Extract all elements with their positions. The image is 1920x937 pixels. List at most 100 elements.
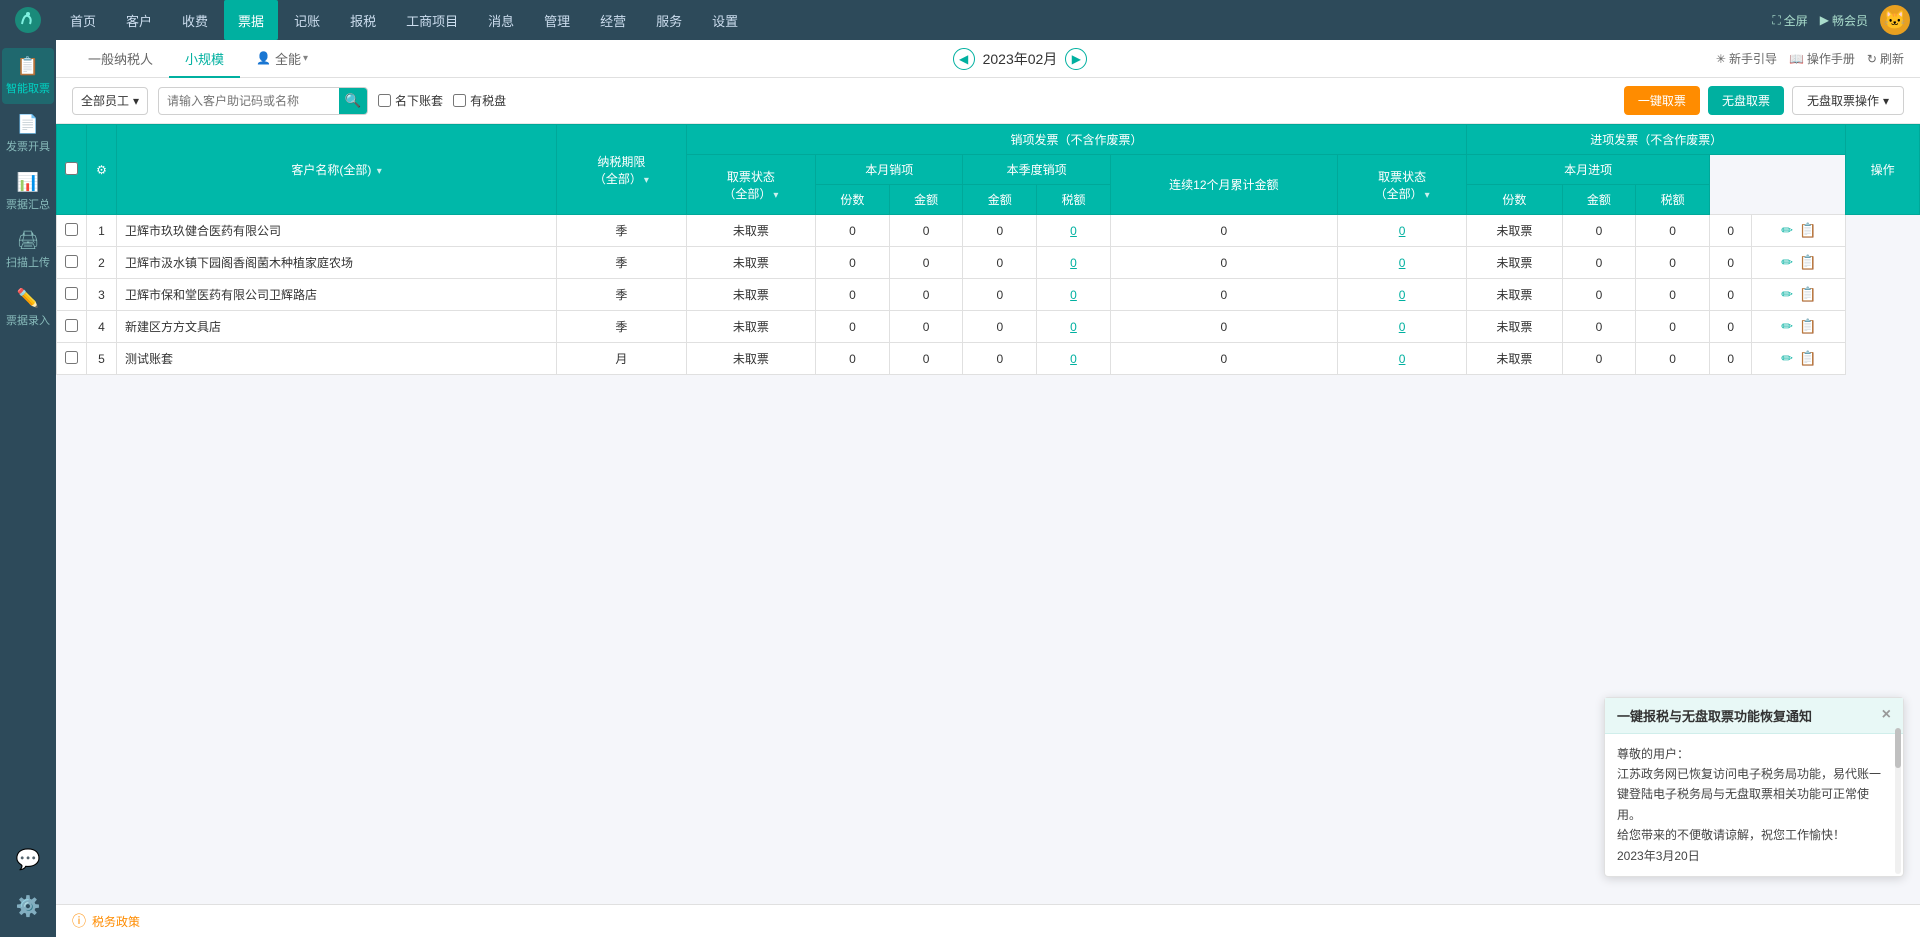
row-sale-month-amount-0: 0 — [889, 215, 963, 247]
refresh-link[interactable]: ↻ 刷新 — [1867, 50, 1904, 67]
own-account-checkbox[interactable] — [378, 94, 391, 107]
row-actions-4: ✏ 📋 — [1752, 343, 1846, 375]
row-checkbox-2[interactable] — [65, 287, 78, 300]
row-checkbox-1[interactable] — [65, 255, 78, 268]
tax-disk-filter[interactable]: 有税盘 — [453, 92, 506, 109]
view-icon-2[interactable]: 📋 — [1799, 286, 1816, 303]
enter-icon: ✏️ — [17, 288, 39, 309]
next-month-btn[interactable]: ▶ — [1065, 48, 1087, 70]
row-checkbox-0[interactable] — [65, 223, 78, 236]
app-logo[interactable] — [10, 2, 46, 38]
row-checkbox-cell — [57, 215, 87, 247]
sidebar: 📋 智能取票 📄 发票开具 📊 票据汇总 🖨 扫描上传 ✏️ 票据录入 💬 ⚙️ — [0, 40, 56, 937]
edit-icon-4[interactable]: ✏ — [1781, 350, 1793, 367]
row-actions-1: ✏ 📋 — [1752, 247, 1846, 279]
filter-icon3[interactable]: ▾ — [773, 190, 778, 201]
nav-settings[interactable]: 设置 — [698, 0, 752, 40]
row-purchase-month-count-4: 0 — [1562, 343, 1636, 375]
nav-operation[interactable]: 经营 — [586, 0, 640, 40]
row-sale-month-count-4: 0 — [816, 343, 890, 375]
row-purchase-month-tax-4: 0 — [1709, 343, 1752, 375]
tab-small-scale[interactable]: 小规模 — [169, 40, 240, 78]
nav-home[interactable]: 首页 — [56, 0, 110, 40]
filter-icon4[interactable]: ▾ — [1425, 190, 1430, 201]
fullscreen-btn[interactable]: ⛶ 全屏 — [1772, 12, 1807, 29]
table-row: 5 测试账套 月 未取票 0 0 0 0 0 0 未取票 0 0 0 ✏ 📋 — [57, 343, 1920, 375]
tab-general-taxpayer[interactable]: 一般纳税人 — [72, 40, 169, 78]
nav-accounting[interactable]: 记账 — [280, 0, 334, 40]
row-sale-12m-0: 0 — [1337, 215, 1466, 247]
row-number-4: 5 — [87, 343, 117, 375]
own-account-filter[interactable]: 名下账套 — [378, 92, 443, 109]
employee-filter[interactable]: 全部员工 ▾ — [72, 87, 148, 115]
sidebar-chat[interactable]: 💬 — [2, 839, 54, 880]
view-icon-0[interactable]: 📋 — [1799, 222, 1816, 239]
refresh-icon: ↻ — [1867, 52, 1877, 66]
nav-manage[interactable]: 管理 — [530, 0, 584, 40]
row-sale-quarter-amount-2: 0 — [1037, 279, 1111, 311]
row-checkbox-cell — [57, 247, 87, 279]
scrollbar-track — [1895, 728, 1901, 874]
search-button[interactable]: 🔍 — [339, 87, 367, 115]
view-icon-3[interactable]: 📋 — [1799, 318, 1816, 335]
diskless-btn[interactable]: 无盘取票 — [1708, 86, 1784, 115]
row-purchase-month-amount-1: 0 — [1636, 247, 1710, 279]
edit-icon-0[interactable]: ✏ — [1781, 222, 1793, 239]
row-checkbox-4[interactable] — [65, 351, 78, 364]
manual-link[interactable]: 📖 操作手册 — [1789, 50, 1855, 67]
search-input[interactable] — [159, 94, 339, 108]
nav-customer[interactable]: 客户 — [112, 0, 166, 40]
popup-header: 一键报税与无盘取票功能恢复通知 × — [1605, 698, 1903, 734]
row-purchase-month-tax-2: 0 — [1709, 279, 1752, 311]
row-actions-2: ✏ 📋 — [1752, 279, 1846, 311]
guide-link[interactable]: ✳ 新手引导 — [1716, 50, 1777, 67]
footer-bar: ⓘ 税务政策 — [56, 904, 1920, 937]
purchase-month-tax-header: 税额 — [1636, 185, 1710, 215]
filter-icon[interactable]: ▾ — [377, 166, 382, 177]
sidebar-item-smart-ticket[interactable]: 📋 智能取票 — [2, 48, 54, 104]
nav-service[interactable]: 服务 — [642, 0, 696, 40]
sidebar-item-enter[interactable]: ✏️ 票据录入 — [2, 280, 54, 336]
nav-tax[interactable]: 报税 — [336, 0, 390, 40]
filter-icon2[interactable]: ▾ — [644, 175, 649, 186]
book-icon: 📖 — [1789, 52, 1804, 66]
member-btn[interactable]: ▶ 畅会员 — [1820, 12, 1868, 29]
one-click-btn[interactable]: 一键取票 — [1624, 86, 1700, 115]
row-purchase-status-3: 未取票 — [1467, 311, 1562, 343]
view-icon-4[interactable]: 📋 — [1799, 350, 1816, 367]
sidebar-item-summary[interactable]: 📊 票据汇总 — [2, 164, 54, 220]
row-purchase-month-amount-2: 0 — [1636, 279, 1710, 311]
nav-message[interactable]: 消息 — [474, 0, 528, 40]
popup-close-btn[interactable]: × — [1882, 706, 1891, 724]
edit-icon-3[interactable]: ✏ — [1781, 318, 1793, 335]
column-settings-icon[interactable]: ⚙ — [96, 163, 107, 177]
search-icon: 🔍 — [345, 93, 362, 109]
row-sale-month-count-1: 0 — [816, 247, 890, 279]
select-all-checkbox[interactable] — [65, 162, 78, 175]
sale-12m-header: 连续12个月累计金额 — [1110, 155, 1337, 215]
row-period-4: 月 — [557, 343, 686, 375]
row-sale-month-amount-2: 0 — [889, 279, 963, 311]
nav-commerce[interactable]: 工商项目 — [392, 0, 472, 40]
tab-all[interactable]: 👤 全能 ▾ — [240, 40, 324, 78]
sale-quarter-header: 本季度销项 — [963, 155, 1110, 185]
nav-fee[interactable]: 收费 — [168, 0, 222, 40]
view-icon-1[interactable]: 📋 — [1799, 254, 1816, 271]
edit-icon-1[interactable]: ✏ — [1781, 254, 1793, 271]
user-avatar[interactable]: 🐱 — [1880, 5, 1910, 35]
prev-month-btn[interactable]: ◀ — [953, 48, 975, 70]
table-row: 4 新建区方方文具店 季 未取票 0 0 0 0 0 0 未取票 0 0 0 ✏… — [57, 311, 1920, 343]
nav-invoice[interactable]: 票据 — [224, 0, 278, 40]
sidebar-item-scan[interactable]: 🖨 扫描上传 — [2, 222, 54, 278]
customer-name-header: 客户名称(全部) ▾ — [117, 125, 557, 215]
diskless-action-btn[interactable]: 无盘取票操作 ▾ — [1792, 86, 1904, 115]
purchase-status-header: 取票状态（全部）▾ — [1337, 155, 1466, 215]
sidebar-item-issue-invoice[interactable]: 📄 发票开具 — [2, 106, 54, 162]
row-actions-0: ✏ 📋 — [1752, 215, 1846, 247]
row-checkbox-3[interactable] — [65, 319, 78, 332]
tax-policy-link[interactable]: 税务政策 — [92, 913, 140, 930]
row-sale-quarter-amount-0: 0 — [1037, 215, 1111, 247]
edit-icon-2[interactable]: ✏ — [1781, 286, 1793, 303]
tax-disk-checkbox[interactable] — [453, 94, 466, 107]
sidebar-config[interactable]: ⚙️ — [2, 886, 54, 927]
